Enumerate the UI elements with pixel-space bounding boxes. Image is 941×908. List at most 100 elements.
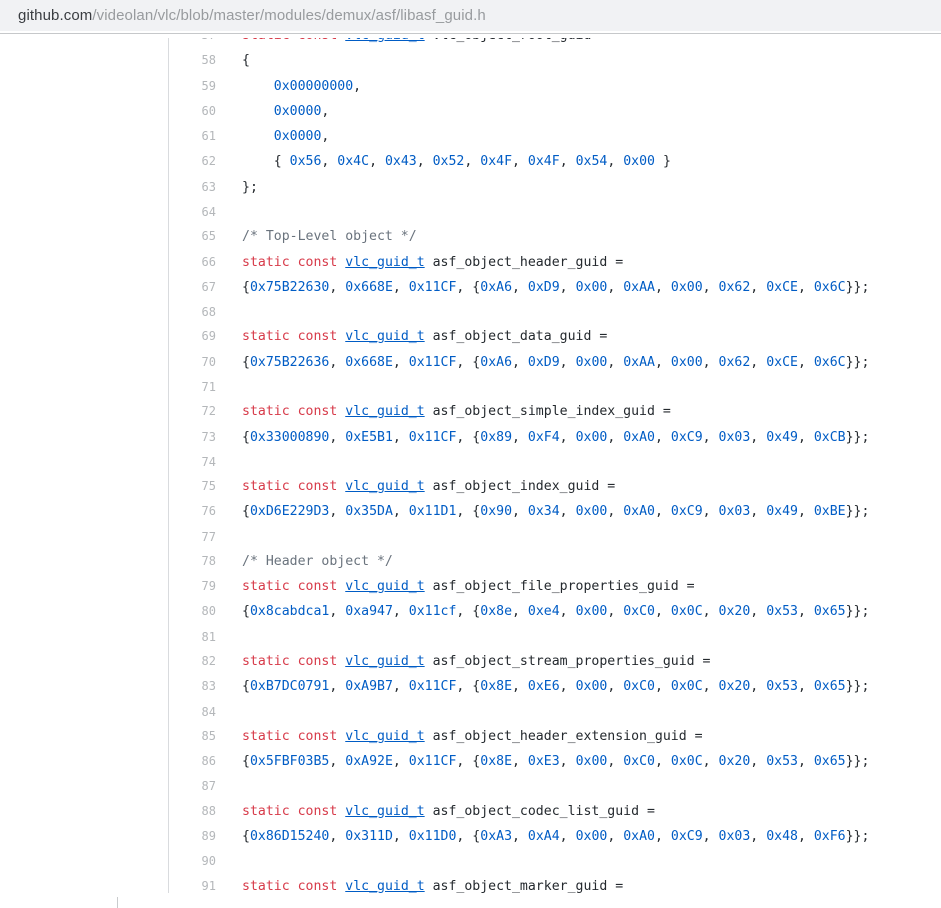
line-number[interactable]: 67	[169, 275, 216, 299]
line-number[interactable]: 70	[169, 350, 216, 374]
symbol-link[interactable]: vlc_guid_t	[345, 654, 424, 669]
line-number[interactable]: 84	[169, 700, 216, 724]
hex-literal: 0xB7DC0791	[249, 679, 330, 695]
line-number[interactable]: 86	[169, 749, 216, 773]
hex-literal: 0xC0	[623, 679, 655, 695]
code-line: 69 static const vlc_guid_t asf_object_dat…	[169, 324, 941, 349]
code-line: 71	[169, 375, 941, 399]
line-number[interactable]: 64	[169, 200, 216, 224]
hex-literal: 0x11D0	[408, 829, 457, 844]
hex-literal: 0xA9B7	[345, 679, 393, 695]
code-line: 85 static const vlc_guid_t asf_object_hea…	[169, 724, 941, 749]
line-number[interactable]: 83	[169, 674, 216, 698]
code-plain: }};	[845, 604, 870, 620]
line-number[interactable]: 59	[169, 74, 216, 98]
symbol-link[interactable]: vlc_guid_t	[345, 729, 424, 744]
code-plain	[242, 79, 274, 94]
code-plain: ,	[512, 604, 528, 620]
hex-literal: 0xE3	[527, 754, 560, 770]
symbol-link[interactable]: vlc_guid_t	[345, 329, 424, 344]
symbol-link[interactable]: vlc_guid_t	[345, 38, 424, 43]
line-number[interactable]: 82	[169, 649, 216, 673]
line-number[interactable]: 79	[169, 574, 216, 598]
hex-literal: 0x35DA	[345, 504, 393, 520]
hex-literal: 0x75B22630	[249, 279, 330, 295]
hex-literal: 0x48	[766, 829, 798, 844]
line-number[interactable]: 91	[169, 874, 216, 893]
symbol-link[interactable]: vlc_guid_t	[345, 879, 424, 893]
code-plain: ,	[392, 604, 409, 620]
hex-literal: 0x8e	[480, 604, 513, 620]
line-number[interactable]: 75	[169, 474, 216, 498]
code-text: static const vlc_guid_t vlc_object_root_…	[216, 38, 607, 48]
hex-literal: 0x65	[813, 604, 846, 620]
code-plain: };	[242, 179, 258, 195]
hex-literal: 0xA0	[623, 429, 655, 445]
line-number[interactable]: 61	[169, 124, 216, 148]
hex-literal: 0x20	[718, 679, 751, 695]
symbol-link[interactable]: vlc_guid_t	[345, 404, 424, 419]
code-line: 72 static const vlc_guid_t asf_object_sim…	[169, 399, 941, 424]
line-number[interactable]: 63	[169, 175, 216, 199]
hex-literal: 0x56	[289, 154, 322, 170]
code-plain: ,	[797, 429, 814, 445]
code-text: {0x8cabdca1, 0xa947, 0x11cf, {0x8e, 0xe4…	[216, 600, 869, 624]
code-plain	[290, 654, 298, 669]
line-number[interactable]: 60	[169, 99, 216, 123]
hex-literal: 0x4F	[527, 154, 560, 170]
line-number[interactable]: 71	[169, 375, 216, 399]
address-bar-divider	[0, 33, 941, 34]
code-plain: ,	[512, 679, 528, 695]
code-plain: , {	[456, 679, 481, 695]
line-number[interactable]: 88	[169, 799, 216, 823]
symbol-link[interactable]: vlc_guid_t	[345, 579, 424, 594]
line-number[interactable]: 78	[169, 549, 216, 573]
symbol-link[interactable]: vlc_guid_t	[345, 479, 424, 494]
code-plain: , {	[456, 504, 481, 520]
code-plain: ,	[607, 429, 624, 445]
code-plain: {	[242, 504, 250, 520]
line-number[interactable]: 73	[169, 425, 216, 449]
line-number[interactable]: 66	[169, 250, 216, 274]
hex-literal: 0xA0	[623, 829, 655, 844]
url-path: /videolan/vlc/blob/master/modules/demux/…	[92, 7, 486, 24]
code-plain: asf_object_index_guid =	[424, 479, 616, 495]
code-plain: ,	[607, 279, 624, 295]
code-line: 70 {0x75B22636, 0x668E, 0x11CF, {0xA6, 0x…	[169, 350, 941, 375]
line-number[interactable]: 62	[169, 149, 216, 173]
line-number[interactable]: 65	[169, 224, 216, 248]
hex-literal: 0xCB	[813, 429, 846, 445]
line-number[interactable]: 68	[169, 300, 216, 324]
code-text: static const vlc_guid_t asf_object_strea…	[216, 650, 710, 674]
code-plain: ,	[702, 604, 719, 620]
code-plain: ,	[702, 429, 719, 445]
hex-literal: 0x668E	[345, 279, 393, 295]
line-number[interactable]: 87	[169, 774, 216, 798]
address-bar[interactable]: github.com/videolan/vlc/blob/master/modu…	[0, 0, 941, 31]
hex-literal: 0x00	[575, 279, 608, 295]
code-plain: ,	[702, 279, 719, 295]
hex-literal: 0xa947	[345, 604, 393, 620]
code-plain: {	[242, 429, 250, 445]
line-number[interactable]: 89	[169, 824, 216, 848]
line-number[interactable]: 77	[169, 525, 216, 549]
symbol-link[interactable]: vlc_guid_t	[345, 804, 424, 819]
code-plain	[290, 255, 298, 270]
code-plain: {	[242, 354, 250, 370]
line-number[interactable]: 57	[169, 38, 216, 47]
symbol-link[interactable]: vlc_guid_t	[345, 255, 424, 270]
keyword: static	[242, 803, 290, 819]
hex-literal: 0x53	[766, 679, 798, 695]
line-number[interactable]: 81	[169, 625, 216, 649]
hex-literal: 0x11CF	[408, 679, 457, 695]
line-number[interactable]: 85	[169, 724, 216, 748]
line-number[interactable]: 76	[169, 499, 216, 523]
line-number[interactable]: 69	[169, 324, 216, 348]
line-number[interactable]: 90	[169, 849, 216, 873]
line-number[interactable]: 58	[169, 48, 216, 72]
line-number[interactable]: 72	[169, 399, 216, 423]
code-plain: asf_object_header_extension_guid =	[424, 728, 703, 744]
line-number[interactable]: 80	[169, 599, 216, 623]
code-line: 81	[169, 625, 941, 649]
line-number[interactable]: 74	[169, 450, 216, 474]
